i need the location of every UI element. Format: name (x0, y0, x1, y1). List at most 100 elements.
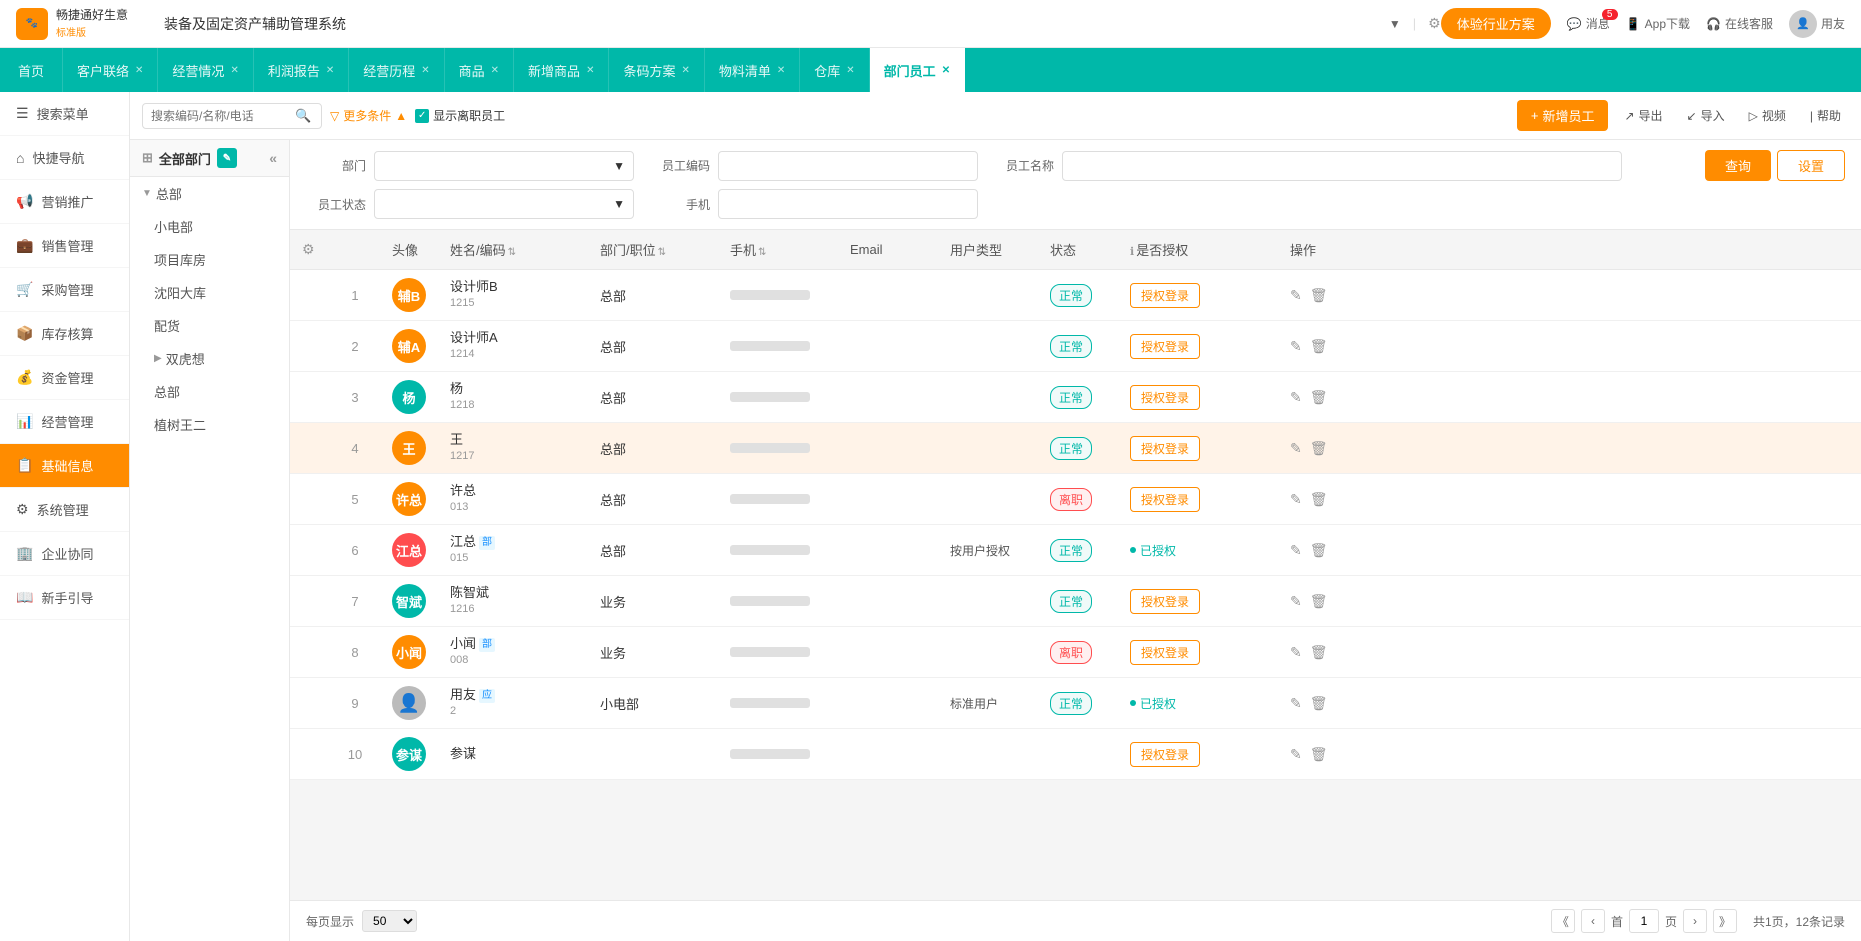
delete-icon[interactable]: 🗑 (1310, 491, 1328, 508)
edit-icon[interactable]: ✎ (1290, 440, 1302, 457)
sidebar-item-search[interactable]: ☰ 搜索菜单 (0, 92, 129, 136)
help-btn[interactable]: | 帮助 (1802, 103, 1849, 128)
page-size-label: 每页显示 (306, 913, 354, 930)
dept-node-project[interactable]: 项目库房 (130, 243, 289, 276)
tab-warehouse[interactable]: 仓库✕ (800, 48, 869, 92)
emp-code-input[interactable] (718, 151, 978, 181)
edit-icon[interactable]: ✎ (1290, 491, 1302, 508)
sidebar-item-marketing[interactable]: 📢 营销推广 (0, 180, 129, 224)
auth-login-btn[interactable]: 授权登录 (1130, 334, 1200, 359)
auth-login-btn[interactable]: 授权登录 (1130, 283, 1200, 308)
video-btn[interactable]: ▷ 视频 (1741, 103, 1794, 128)
sidebar-item-enterprise[interactable]: 🏢 企业协同 (0, 532, 129, 576)
auth-login-btn[interactable]: 授权登录 (1130, 385, 1200, 410)
auth-login-btn[interactable]: 授权登录 (1130, 640, 1200, 665)
col-auth-cell[interactable]: 授权登录 (1118, 372, 1278, 423)
auth-login-btn[interactable]: 授权登录 (1130, 589, 1200, 614)
add-employee-btn[interactable]: + 新增员工 (1517, 100, 1609, 131)
col-auth-cell[interactable]: 授权登录 (1118, 474, 1278, 525)
edit-icon[interactable]: ✎ (1290, 746, 1302, 763)
dept-node-shuanghu[interactable]: ▶ 双虎想 (130, 342, 289, 375)
col-auth-cell[interactable]: 授权登录 (1118, 321, 1278, 372)
first-page-btn[interactable]: 《 (1551, 909, 1575, 933)
online-service-action[interactable]: 🎧 在线客服 (1706, 15, 1773, 32)
delete-icon[interactable]: 🗑 (1310, 389, 1328, 406)
import-btn[interactable]: ↙ 导入 (1679, 103, 1733, 128)
page-size-select[interactable]: 50 100 (362, 910, 417, 932)
sidebar-item-purchase[interactable]: 🛒 采购管理 (0, 268, 129, 312)
search-input[interactable] (151, 109, 291, 123)
dept-node-zongbu[interactable]: 总部 (130, 375, 289, 408)
delete-icon[interactable]: 🗑 (1310, 644, 1328, 661)
delete-icon[interactable]: 🗑 (1310, 287, 1328, 304)
tab-operations[interactable]: 经营情况✕ (158, 48, 253, 92)
dept-select[interactable]: ▼ (374, 151, 634, 181)
auth-login-btn[interactable]: 授权登录 (1130, 487, 1200, 512)
col-auth-cell[interactable]: 授权登录 (1118, 423, 1278, 474)
edit-icon[interactable]: ✎ (1290, 338, 1302, 355)
page-number-input[interactable] (1629, 909, 1659, 933)
tab-history[interactable]: 经营历程✕ (349, 48, 444, 92)
auth-login-btn[interactable]: 授权登录 (1130, 436, 1200, 461)
tab-bom[interactable]: 物料清单✕ (705, 48, 800, 92)
edit-icon[interactable]: ✎ (1290, 287, 1302, 304)
col-auth-cell[interactable]: 授权登录 (1118, 270, 1278, 321)
dept-node-shenyang[interactable]: 沈阳大库 (130, 276, 289, 309)
dept-node-distribute[interactable]: 配货 (130, 309, 289, 342)
tab-employees[interactable]: 部门员工✕ (870, 48, 965, 92)
message-action[interactable]: 💬 消息 5 (1567, 15, 1610, 32)
dept-edit-btn[interactable]: ✎ (217, 148, 237, 168)
delete-icon[interactable]: 🗑 (1310, 695, 1328, 712)
sidebar-item-inventory[interactable]: 📦 库存核算 (0, 312, 129, 356)
sidebar-item-basic[interactable]: 📋 基础信息 (0, 444, 129, 488)
edit-icon[interactable]: ✎ (1290, 542, 1302, 559)
col-auth-cell[interactable]: 授权登录 (1118, 729, 1278, 780)
col-auth-cell[interactable]: 授权登录 (1118, 627, 1278, 678)
sidebar-item-shortcuts[interactable]: ⌂ 快捷导航 (0, 136, 129, 180)
tab-goods[interactable]: 商品✕ (445, 48, 514, 92)
trial-btn[interactable]: 体验行业方案 (1441, 8, 1551, 39)
delete-icon[interactable]: 🗑 (1310, 593, 1328, 610)
more-filters-btn[interactable]: ▽ 更多条件 ▲ (330, 107, 407, 124)
collapse-icon[interactable]: « (269, 150, 277, 166)
delete-icon[interactable]: 🗑 (1310, 440, 1328, 457)
sidebar-item-finance[interactable]: 💰 资金管理 (0, 356, 129, 400)
show-leave-toggle[interactable]: ✓ 显示离职员工 (415, 107, 505, 124)
col-status-cell: 正常 (1038, 525, 1118, 576)
dept-node-headquarter[interactable]: ▼ 总部 (130, 177, 289, 210)
prev-page-btn[interactable]: ‹ (1581, 909, 1605, 933)
edit-icon[interactable]: ✎ (1290, 389, 1302, 406)
tab-new-goods[interactable]: 新增商品✕ (514, 48, 609, 92)
user-action[interactable]: 👤 用友 (1789, 10, 1845, 38)
last-page-btn[interactable]: 》 (1713, 909, 1737, 933)
delete-icon[interactable]: 🗑 (1310, 338, 1328, 355)
dept-node-small-elec[interactable]: 小电部 (130, 210, 289, 243)
export-btn[interactable]: ↗ 导出 (1616, 103, 1670, 128)
dept-node-zhishu[interactable]: 植树王二 (130, 408, 289, 441)
delete-icon[interactable]: 🗑 (1310, 542, 1328, 559)
sidebar-item-sales[interactable]: 💼 销售管理 (0, 224, 129, 268)
edit-icon[interactable]: ✎ (1290, 593, 1302, 610)
settings-icon[interactable]: ⚙ (1428, 15, 1441, 32)
phone-input[interactable] (718, 189, 978, 219)
sidebar-item-system[interactable]: ⚙ 系统管理 (0, 488, 129, 532)
emp-name-input[interactable] (1062, 151, 1622, 181)
system-dropdown-btn[interactable]: ▼ (1389, 17, 1401, 31)
tab-barcode[interactable]: 条码方案✕ (609, 48, 704, 92)
next-page-btn[interactable]: › (1683, 909, 1707, 933)
auth-login-btn[interactable]: 授权登录 (1130, 742, 1200, 767)
edit-icon[interactable]: ✎ (1290, 695, 1302, 712)
tab-profit[interactable]: 利润报告✕ (254, 48, 349, 92)
col-auth-cell[interactable]: 授权登录 (1118, 576, 1278, 627)
table-settings-icon[interactable]: ⚙ (302, 241, 315, 257)
tab-home[interactable]: 首页 (0, 48, 63, 92)
sidebar-item-guide[interactable]: 📖 新手引导 (0, 576, 129, 620)
delete-icon[interactable]: 🗑 (1310, 746, 1328, 763)
edit-icon[interactable]: ✎ (1290, 644, 1302, 661)
status-select[interactable]: ▼ (374, 189, 634, 219)
sidebar-item-operations[interactable]: 📊 经营管理 (0, 400, 129, 444)
tab-customer[interactable]: 客户联络✕ (63, 48, 158, 92)
query-btn[interactable]: 查询 (1705, 150, 1771, 181)
set-btn[interactable]: 设置 (1777, 150, 1845, 181)
app-download-action[interactable]: 📱 App下载 (1626, 15, 1690, 32)
